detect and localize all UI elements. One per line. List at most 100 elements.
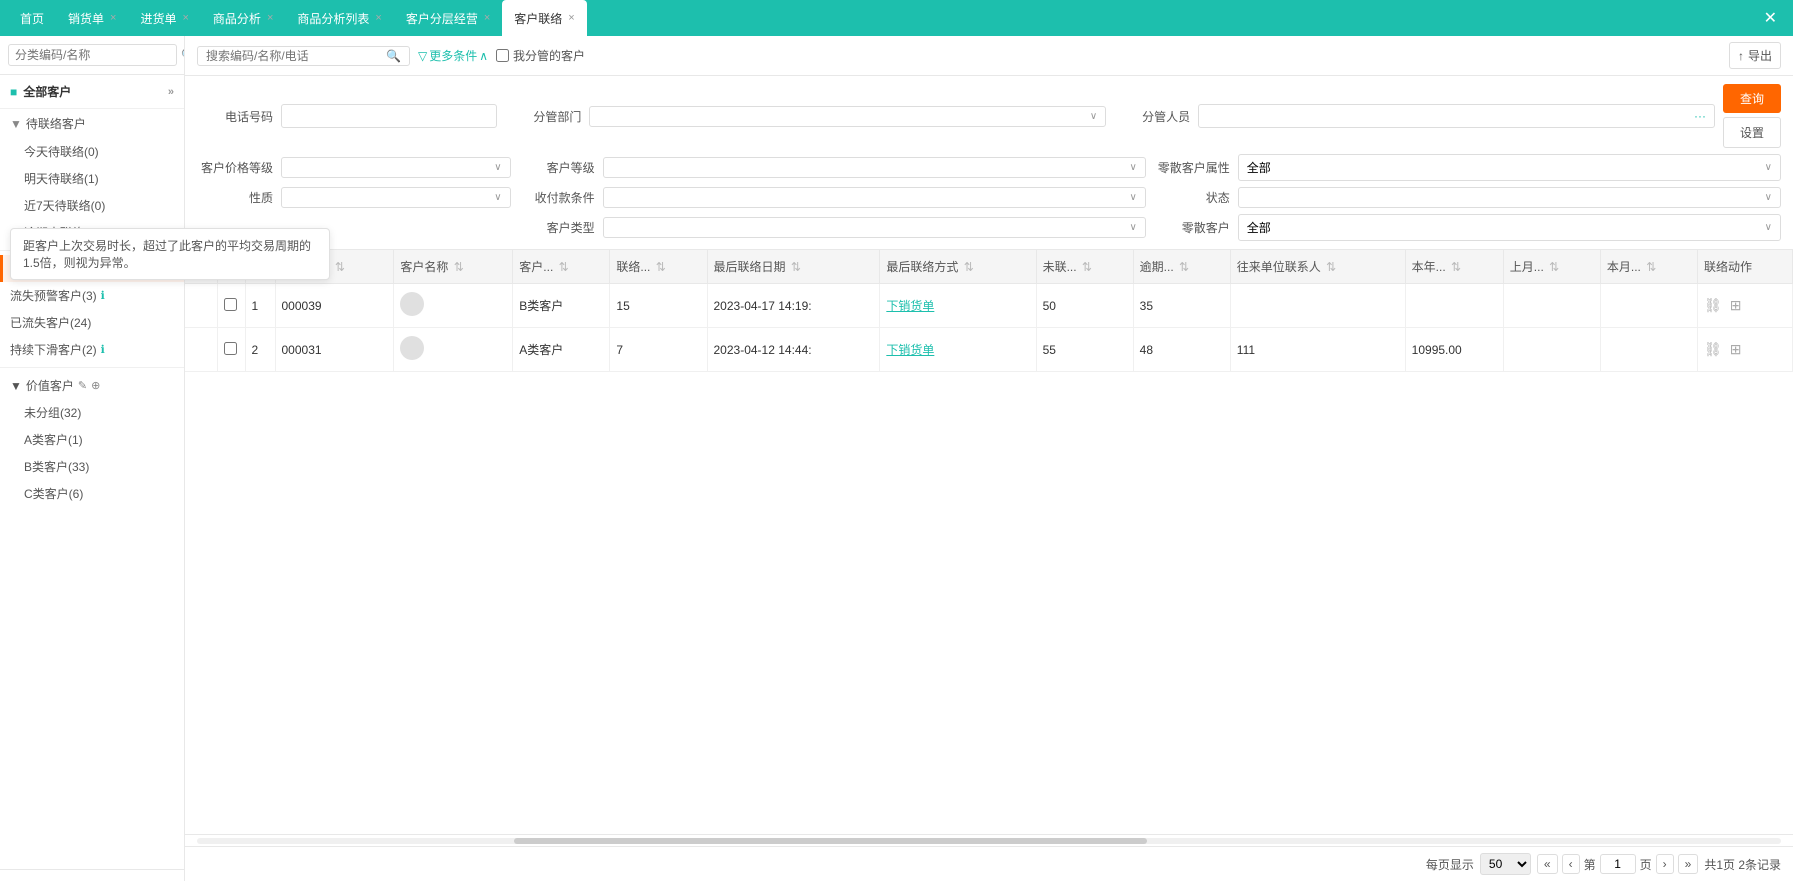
sidebar-item-continuous-down[interactable]: 持续下滑客户(2) ℹ	[0, 336, 184, 363]
retail-customer-select[interactable]: 全部 ∨	[1238, 214, 1781, 241]
sidebar-pending-title[interactable]: ▼ 待联络客户	[0, 109, 184, 138]
sidebar-all-customers[interactable]: ■ 全部客户 »	[0, 75, 184, 109]
row-checkbox[interactable]	[224, 342, 237, 355]
customer-type-select[interactable]: ∨	[603, 217, 1146, 238]
info-icon3: ℹ	[101, 343, 105, 356]
chevron-down-icon6: ∨	[1129, 192, 1136, 203]
cell-category: B类客户	[513, 284, 610, 328]
sort-icon8: ⇅	[1179, 260, 1189, 274]
customer-level-label: 客户等级	[519, 159, 599, 176]
grid-action-icon[interactable]: ⊞	[1730, 297, 1742, 314]
sidebar-item-class-b[interactable]: B类客户(33)	[0, 453, 184, 480]
chevron-down-icon: ∧	[479, 49, 488, 63]
cell-code: 000031	[275, 328, 394, 372]
my-customers-checkbox-wrap: 我分管的客户	[496, 47, 585, 64]
nav-home[interactable]: 首页	[8, 0, 56, 36]
phone-label: 电话号码	[197, 108, 277, 125]
close-all-tabs[interactable]: ✕	[1756, 8, 1785, 28]
arrow-icon: ▼	[10, 117, 22, 131]
col-last-method[interactable]: 最后联络方式 ⇅	[880, 250, 1036, 284]
search-icon[interactable]: 🔍	[386, 49, 401, 63]
nav-purchase-order-close[interactable]: ×	[182, 12, 188, 24]
col-contacts[interactable]: 联络... ⇅	[610, 250, 707, 284]
customer-level-select[interactable]: ∨	[603, 157, 1146, 178]
sidebar-item-7days[interactable]: 近7天待联络(0)	[0, 192, 184, 219]
cell-overdue: 35	[1133, 284, 1230, 328]
sidebar-item-today[interactable]: 今天待联络(0)	[0, 138, 184, 165]
nav-product-analysis-list[interactable]: 商品分析列表 ×	[285, 0, 393, 36]
nav-product-analysis[interactable]: 商品分析 ×	[201, 0, 285, 36]
nav-product-analysis-close[interactable]: ×	[267, 12, 273, 24]
gender-select[interactable]: ∨	[281, 187, 511, 208]
col-this-month[interactable]: 本月... ⇅	[1600, 250, 1697, 284]
col-overdue[interactable]: 逾期... ⇅	[1133, 250, 1230, 284]
col-last-month[interactable]: 上月... ⇅	[1503, 250, 1600, 284]
my-customers-checkbox[interactable]	[496, 49, 509, 62]
col-unit-contacts[interactable]: 往来单位联系人 ⇅	[1230, 250, 1405, 284]
chevron-down-icon9: ∨	[1765, 222, 1772, 233]
sidebar: 🔍 ■ 全部客户 » ▼ 待联络客户 今天待联络(0) 明天待联络(1)	[0, 36, 185, 881]
payment-select[interactable]: ∨	[603, 187, 1146, 208]
nav-purchase-order[interactable]: 进货单 ×	[128, 0, 200, 36]
nav-customer-tier-close[interactable]: ×	[484, 12, 490, 24]
cell-settings	[185, 284, 217, 328]
col-this-year[interactable]: 本年... ⇅	[1405, 250, 1503, 284]
filter-row-1: 电话号码 分管部门 ∨ 分管人员 ··· 查询 设置	[197, 84, 1781, 148]
col-category[interactable]: 客户... ⇅	[513, 250, 610, 284]
col-pending[interactable]: 未联... ⇅	[1036, 250, 1133, 284]
nav-sales-order-close[interactable]: ×	[110, 12, 116, 24]
sidebar-item-tomorrow[interactable]: 明天待联络(1)	[0, 165, 184, 192]
cell-checkbox	[217, 284, 245, 328]
col-name[interactable]: 客户名称 ⇅	[394, 250, 513, 284]
sidebar-search-input[interactable]	[8, 44, 177, 66]
phone-input[interactable]	[281, 104, 497, 128]
link-action-icon[interactable]: ⛓	[1704, 297, 1722, 314]
last-method-link[interactable]: 下销货单	[886, 299, 934, 313]
search-input[interactable]	[206, 49, 386, 63]
query-button[interactable]: 查询	[1723, 84, 1781, 113]
prev-page-btn[interactable]: ‹	[1562, 854, 1580, 874]
settings-button[interactable]: 设置	[1723, 117, 1781, 148]
data-table-container: ⚙ # 客户编码 ⇅ 客户名称 ⇅	[185, 250, 1793, 834]
row-checkbox[interactable]	[224, 298, 237, 311]
next-page-btn[interactable]: ›	[1656, 854, 1674, 874]
filter-area: 电话号码 分管部门 ∨ 分管人员 ··· 查询 设置	[185, 76, 1793, 250]
last-method-link[interactable]: 下销货单	[886, 343, 934, 357]
chevron-down-icon: ∨	[1090, 111, 1097, 122]
sidebar-value-group-header[interactable]: ▼ 价值客户 ✎ ⊕	[0, 372, 184, 399]
retail-attr-select[interactable]: 全部 ∨	[1238, 154, 1781, 181]
more-conditions-btn[interactable]: ▽ 更多条件 ∧	[418, 47, 488, 64]
sidebar-collapse-icon[interactable]: »	[168, 86, 174, 98]
manager-select[interactable]: ···	[1198, 104, 1715, 128]
nav-product-analysis-list-close[interactable]: ×	[375, 12, 381, 24]
sidebar-item-lost-warning[interactable]: 流失预警客户(3) ℹ	[0, 282, 184, 309]
filter-row-2: 客户价格等级 ∨ 客户等级 ∨ 零散客户属性 全部 ∨	[197, 154, 1781, 181]
grid-action-icon[interactable]: ⊞	[1730, 341, 1742, 358]
price-level-select[interactable]: ∨	[281, 157, 511, 178]
first-page-btn[interactable]: «	[1537, 854, 1558, 874]
sidebar-item-unclassified[interactable]: 未分组(32)	[0, 399, 184, 426]
cell-last-month	[1503, 284, 1600, 328]
nav-customer-contact[interactable]: 客户联络 ×	[502, 0, 586, 36]
sidebar-item-class-a[interactable]: A类客户(1)	[0, 426, 184, 453]
nav-customer-contact-close[interactable]: ×	[568, 12, 574, 24]
sidebar-item-class-c[interactable]: C类客户(6)	[0, 480, 184, 507]
nav-customer-tier[interactable]: 客户分层经营 ×	[394, 0, 502, 36]
cell-unit-contacts	[1230, 284, 1405, 328]
dept-select[interactable]: ∨	[589, 106, 1106, 127]
edit-icon[interactable]: ✎	[78, 379, 87, 392]
page-number-input[interactable]	[1600, 854, 1636, 874]
last-page-btn[interactable]: »	[1678, 854, 1699, 874]
horizontal-scrollbar[interactable]	[185, 834, 1793, 846]
link-action-icon[interactable]: ⛓	[1704, 341, 1722, 358]
sidebar-item-already-lost[interactable]: 已流失客户(24)	[0, 309, 184, 336]
settings-icon-small[interactable]: ⊕	[91, 379, 100, 392]
toolbar: 🔍 ▽ 更多条件 ∧ 我分管的客户 ↑ 导出	[185, 36, 1793, 76]
table-header-row: ⚙ # 客户编码 ⇅ 客户名称 ⇅	[185, 250, 1793, 284]
status-select[interactable]: ∨	[1238, 187, 1781, 208]
col-last-date[interactable]: 最后联络日期 ⇅	[707, 250, 880, 284]
export-btn[interactable]: ↑ 导出	[1729, 42, 1781, 69]
export-icon: ↑	[1738, 49, 1744, 63]
nav-sales-order[interactable]: 销货单 ×	[56, 0, 128, 36]
per-page-select[interactable]: 50 20 100	[1480, 853, 1531, 875]
